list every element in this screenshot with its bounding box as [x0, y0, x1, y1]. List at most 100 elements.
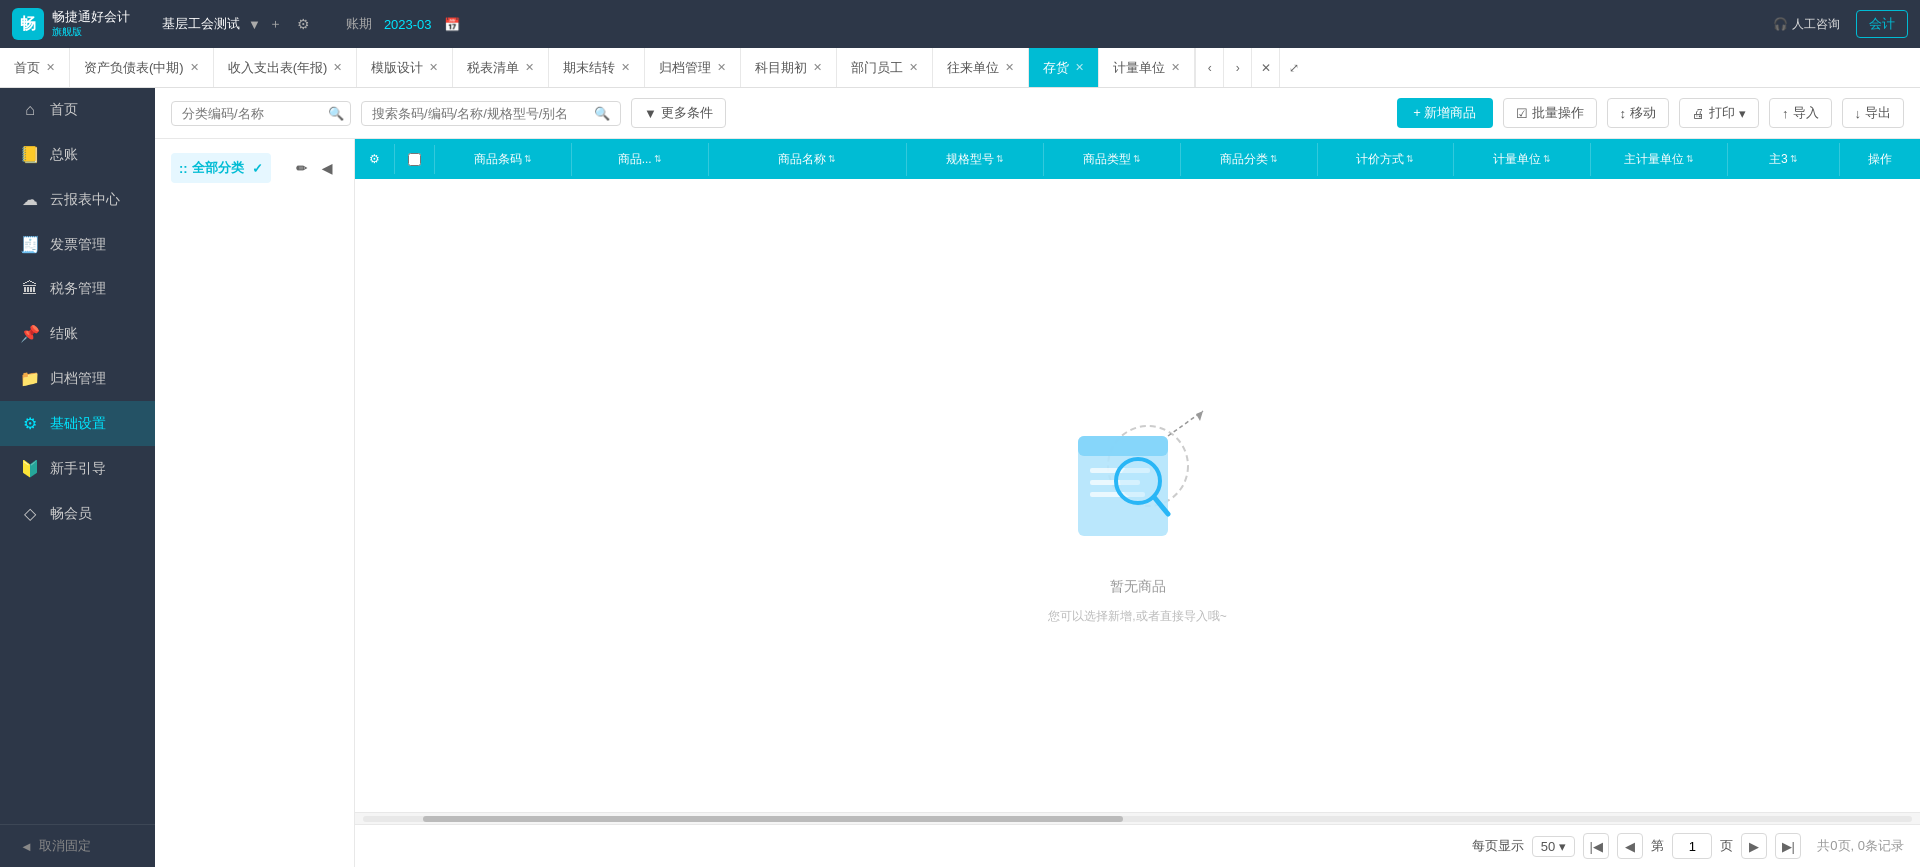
- tab-fullscreen-btn[interactable]: ⤢: [1279, 48, 1307, 88]
- tab-contacts[interactable]: 往来单位 ✕: [933, 48, 1029, 88]
- tab-inventory[interactable]: 存货 ✕: [1029, 48, 1099, 88]
- tab-home-close[interactable]: ✕: [46, 61, 55, 74]
- account-button[interactable]: 会计: [1856, 10, 1908, 38]
- move-button[interactable]: ↕ 移动: [1607, 98, 1670, 128]
- add-product-button[interactable]: + 新增商品: [1397, 98, 1492, 128]
- tax-icon: 🏛: [20, 280, 40, 298]
- product-search-box[interactable]: 🔍: [361, 101, 621, 126]
- col-gear[interactable]: ⚙: [355, 144, 395, 174]
- settings-sidebar-icon: ⚙: [20, 414, 40, 433]
- tab-balance-mid-close[interactable]: ✕: [190, 61, 199, 74]
- category-search-box[interactable]: 🔍: [171, 101, 351, 126]
- settings-icon[interactable]: ⚙: [290, 10, 318, 38]
- table-scrollbar[interactable]: [355, 812, 1920, 824]
- tab-dept-emp[interactable]: 部门员工 ✕: [837, 48, 933, 88]
- sidebar-item-settings[interactable]: ⚙ 基础设置: [0, 401, 155, 446]
- tab-tax-clear[interactable]: 税表清单 ✕: [453, 48, 549, 88]
- tab-prev-btn[interactable]: ‹: [1195, 48, 1223, 88]
- add-company-btn[interactable]: ＋: [269, 15, 282, 33]
- tab-template[interactable]: 模版设计 ✕: [357, 48, 453, 88]
- prev-page-btn[interactable]: ◀: [1617, 833, 1643, 859]
- company-dropdown-icon[interactable]: ▼: [248, 17, 261, 32]
- tab-period-close[interactable]: 期末结转 ✕: [549, 48, 645, 88]
- sidebar-item-invoice[interactable]: 🧾 发票管理: [0, 222, 155, 267]
- sort-type-icon: ⇅: [1133, 154, 1141, 164]
- page-number-input[interactable]: [1672, 833, 1712, 859]
- filter-icon: ▼: [644, 106, 657, 121]
- collapse-panel-btn[interactable]: ◀: [316, 157, 338, 179]
- tab-tax-clear-close[interactable]: ✕: [525, 61, 534, 74]
- sort-code-icon: ⇅: [654, 154, 662, 164]
- import-button[interactable]: ↑ 导入: [1769, 98, 1832, 128]
- page-size-select[interactable]: 50 ▾: [1532, 836, 1575, 857]
- last-page-btn[interactable]: ▶|: [1775, 833, 1801, 859]
- tab-subject-init-close[interactable]: ✕: [813, 61, 822, 74]
- tab-home[interactable]: 首页 ✕: [0, 48, 70, 88]
- sidebar-label-reports: 云报表中心: [50, 191, 120, 209]
- col-num3[interactable]: 主3 ⇅: [1728, 143, 1840, 176]
- col-code[interactable]: 商品... ⇅: [572, 143, 709, 176]
- main-layout: ⌂ 首页 📒 总账 ☁ 云报表中心 🧾 发票管理 🏛 税务管理 📌 结账 📁 归…: [0, 88, 1920, 867]
- support-button[interactable]: 🎧 人工咨询: [1773, 16, 1840, 33]
- print-button[interactable]: 🖨 打印 ▾: [1679, 98, 1759, 128]
- sidebar-item-ledger[interactable]: 📒 总账: [0, 132, 155, 177]
- sort-category-icon: ⇅: [1270, 154, 1278, 164]
- select-all-checkbox[interactable]: [408, 153, 421, 166]
- tab-income-year-close[interactable]: ✕: [333, 61, 342, 74]
- tab-close-all-btn[interactable]: ✕: [1251, 48, 1279, 88]
- col-spec[interactable]: 规格型号 ⇅: [907, 143, 1044, 176]
- tab-income-year[interactable]: 收入支出表(年报) ✕: [214, 48, 358, 88]
- category-search-input[interactable]: [182, 106, 322, 121]
- sidebar-item-closing[interactable]: 📌 结账: [0, 311, 155, 356]
- member-icon: ◇: [20, 504, 40, 523]
- filter-button[interactable]: ▼ 更多条件: [631, 98, 726, 128]
- product-search-input[interactable]: [372, 106, 588, 121]
- tab-inventory-close[interactable]: ✕: [1075, 61, 1084, 74]
- col-category[interactable]: 商品分类 ⇅: [1181, 143, 1318, 176]
- tab-bar: 首页 ✕ 资产负债表(中期) ✕ 收入支出表(年报) ✕ 模版设计 ✕ 税表清单…: [0, 48, 1920, 88]
- edit-category-btn[interactable]: ✏: [290, 157, 312, 179]
- sidebar-item-tax[interactable]: 🏛 税务管理: [0, 267, 155, 311]
- sidebar-item-guide[interactable]: 🔰 新手引导: [0, 446, 155, 491]
- product-search-icon[interactable]: 🔍: [594, 106, 610, 121]
- first-page-btn[interactable]: |◀: [1583, 833, 1609, 859]
- tab-balance-mid[interactable]: 资产负债表(中期) ✕: [70, 48, 214, 88]
- sort-barcode-icon: ⇅: [524, 154, 532, 164]
- header-right: 🎧 人工咨询 会计: [1773, 10, 1908, 38]
- tab-contacts-label: 往来单位: [947, 59, 999, 77]
- tab-archive[interactable]: 归档管理 ✕: [645, 48, 741, 88]
- unpin-button[interactable]: ◄ 取消固定: [0, 824, 155, 867]
- tab-next-btn[interactable]: ›: [1223, 48, 1251, 88]
- tab-unit-close[interactable]: ✕: [1171, 61, 1180, 74]
- tab-template-close[interactable]: ✕: [429, 61, 438, 74]
- tab-archive-close[interactable]: ✕: [717, 61, 726, 74]
- sidebar-item-reports[interactable]: ☁ 云报表中心: [0, 177, 155, 222]
- sidebar-item-member[interactable]: ◇ 畅会员: [0, 491, 155, 536]
- left-panel: :: 全部分类 ✓ ✏ ◀: [155, 139, 355, 867]
- move-icon: ↕: [1620, 106, 1627, 121]
- col-unit[interactable]: 计量单位 ⇅: [1454, 143, 1591, 176]
- scroll-thumb[interactable]: [423, 816, 1123, 822]
- col-mainunit[interactable]: 主计量单位 ⇅: [1591, 143, 1728, 176]
- pagination-bar: 每页显示 50 ▾ |◀ ◀ 第 页 ▶ ▶| 共0页, 0条记录: [355, 824, 1920, 867]
- tab-unit[interactable]: 计量单位 ✕: [1099, 48, 1195, 88]
- export-button[interactable]: ↓ 导出: [1842, 98, 1905, 128]
- grid-icon: ::: [179, 161, 188, 176]
- next-page-btn[interactable]: ▶: [1741, 833, 1767, 859]
- tab-period-close-close[interactable]: ✕: [621, 61, 630, 74]
- col-name[interactable]: 商品名称 ⇅: [709, 143, 908, 176]
- calendar-icon[interactable]: 📅: [444, 17, 460, 32]
- tab-dept-emp-close[interactable]: ✕: [909, 61, 918, 74]
- company-name: 基层工会测试: [162, 15, 240, 33]
- sidebar-item-home[interactable]: ⌂ 首页: [0, 88, 155, 132]
- col-price[interactable]: 计价方式 ⇅: [1318, 143, 1455, 176]
- col-check[interactable]: [395, 145, 435, 174]
- all-categories-item[interactable]: :: 全部分类 ✓: [171, 153, 271, 183]
- col-barcode[interactable]: 商品条码 ⇅: [435, 143, 572, 176]
- col-type[interactable]: 商品类型 ⇅: [1044, 143, 1181, 176]
- tab-contacts-close[interactable]: ✕: [1005, 61, 1014, 74]
- sidebar-item-archive[interactable]: 📁 归档管理: [0, 356, 155, 401]
- batch-op-button[interactable]: ☑ 批量操作: [1503, 98, 1597, 128]
- search-icon[interactable]: 🔍: [328, 106, 344, 121]
- tab-subject-init[interactable]: 科目期初 ✕: [741, 48, 837, 88]
